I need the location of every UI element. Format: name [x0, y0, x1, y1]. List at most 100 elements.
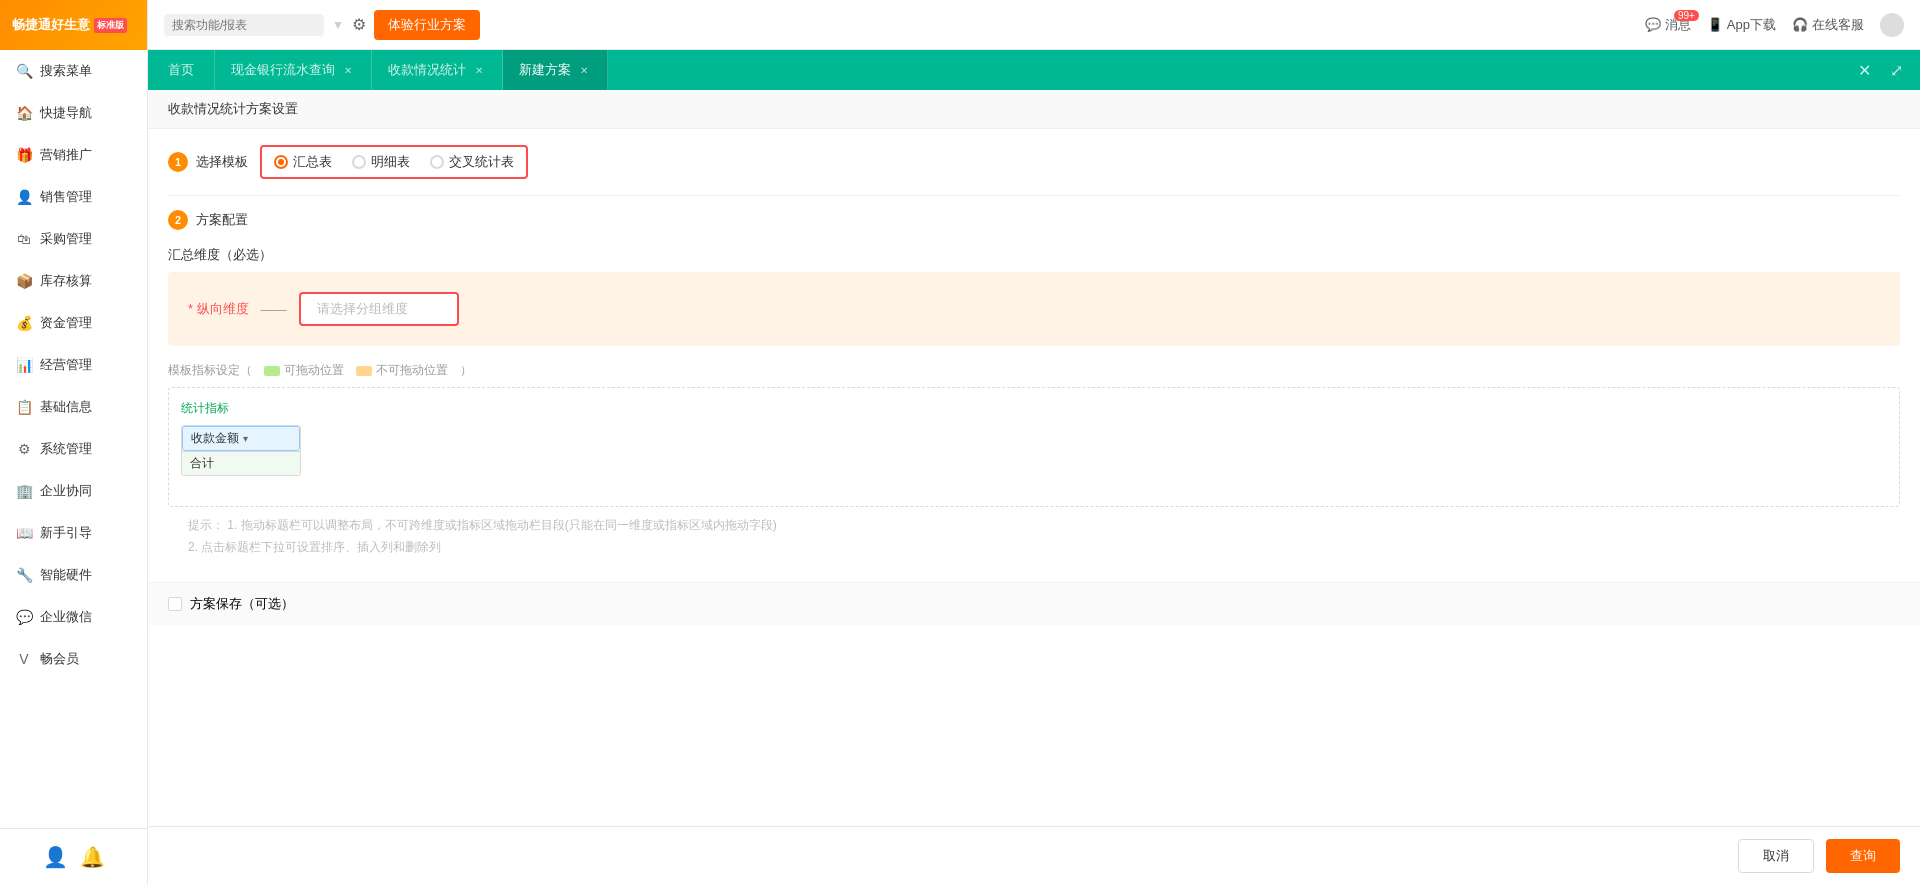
search-input[interactable]	[164, 14, 324, 36]
dimension-select[interactable]: 请选择分组维度	[299, 292, 459, 326]
header-right: 💬 消息 99+ 📱 App下载 🎧 在线客服	[1645, 13, 1904, 37]
sidebar-item-member[interactable]: V畅会员	[0, 638, 147, 680]
purchase-icon: 🛍	[16, 231, 32, 247]
metric-sub-row: 合计	[182, 451, 300, 475]
sidebar-item-hardware[interactable]: 🔧 智能硬件	[0, 554, 147, 596]
message-icon: 💬	[1645, 17, 1661, 32]
search-icon: 🔍	[16, 63, 32, 79]
drag-box-green	[264, 366, 280, 376]
tab-bar: 首页 现金银行流水查询✕收款情况统计✕ 新建方案 ✕ ✕ ⤢	[148, 50, 1920, 90]
sidebar-item-wechat[interactable]: 💬 企业微信	[0, 596, 147, 638]
metric-tag-payment[interactable]: 收款金额 ▾	[182, 426, 300, 451]
member-icon: V	[16, 651, 32, 667]
step1-header: 1 选择模板	[168, 152, 248, 172]
metric-sub-label: 合计	[190, 456, 214, 470]
operation-icon: 📊	[16, 357, 32, 373]
capital-icon: 💰	[16, 315, 32, 331]
step2-header: 2 方案配置	[168, 196, 1900, 230]
save-checkbox[interactable]	[168, 597, 182, 611]
sidebar-item-quicknav[interactable]: 🏠快捷导航	[0, 92, 147, 134]
sidebar-item-purchase[interactable]: 🛍采购管理	[0, 218, 147, 260]
sidebar-item-newbie[interactable]: 📖新手引导	[0, 512, 147, 554]
sidebar-label-quicknav: 快捷导航	[40, 104, 92, 122]
avatar[interactable]	[1880, 13, 1904, 37]
message-area[interactable]: 💬 消息 99+	[1645, 16, 1691, 34]
hardware-icon: 🔧	[16, 567, 32, 583]
content-area: 收款情况统计方案设置 1 选择模板 汇总表	[148, 90, 1920, 826]
sidebar-label-hardware: 智能硬件	[40, 566, 92, 584]
save-option: 方案保存（可选）	[148, 582, 1920, 625]
sidebar-item-basic[interactable]: 📋基础信息	[0, 386, 147, 428]
sidebar-bottom-icon2[interactable]: 🔔	[80, 845, 105, 869]
step2-label: 方案配置	[196, 211, 248, 229]
wechat-icon: 💬	[16, 609, 32, 625]
cancel-button[interactable]: 取消	[1738, 839, 1814, 873]
tab-home[interactable]: 首页	[148, 50, 215, 90]
online-service[interactable]: 🎧 在线客服	[1792, 16, 1864, 34]
sidebar-item-search[interactable]: 🔍搜索菜单	[0, 50, 147, 92]
sidebar-label-wechat: 企业微信	[40, 608, 92, 626]
radio-detail[interactable]: 明细表	[352, 153, 410, 171]
logo-text: 畅捷通好生意	[12, 16, 90, 34]
arrow-icon: ——	[261, 302, 287, 317]
sidebar-item-sales[interactable]: 👤 销售管理	[0, 176, 147, 218]
drag-label-close: ）	[460, 362, 472, 379]
sidebar-item-enterprise[interactable]: 🏢企业协同	[0, 470, 147, 512]
breadcrumb-area: ▼ ⚙ 体验行业方案	[164, 10, 1629, 40]
radio-circle-detail	[352, 155, 366, 169]
system-icon: ⚙	[16, 441, 32, 457]
radio-cross[interactable]: 交叉统计表	[430, 153, 514, 171]
tab-receipt-stats[interactable]: 收款情况统计✕	[372, 50, 503, 90]
settings-button[interactable]: ⚙	[352, 15, 366, 34]
metrics-label-row: 模板指标设定（ 可拖动位置 不可拖动位置 ）	[168, 362, 1900, 379]
expand-icon[interactable]: ⤢	[1884, 58, 1908, 82]
step1-label: 选择模板	[196, 153, 248, 171]
enterprise-icon: 🏢	[16, 483, 32, 499]
sidebar-label-operation: 经营管理	[40, 356, 92, 374]
metrics-settings-label: 模板指标设定（	[168, 362, 252, 379]
sidebar-label-inventory: 库存核算	[40, 272, 92, 290]
message-badge: 99+	[1674, 10, 1699, 21]
industry-button[interactable]: 体验行业方案	[374, 10, 480, 40]
tab-label-home: 首页	[168, 61, 194, 79]
metrics-area: 统计指标 收款金额 ▾ 合计	[168, 387, 1900, 507]
sidebar-bottom-icon1[interactable]: 👤	[43, 845, 68, 869]
app-download[interactable]: 📱 App下载	[1707, 16, 1776, 34]
query-button[interactable]: 查询	[1826, 839, 1900, 873]
sidebar-label-marketing: 营销推广	[40, 146, 92, 164]
sidebar-label-sales: 销售管理	[40, 188, 92, 206]
tab-bar-actions: ✕ ⤢	[1840, 58, 1920, 82]
main-area: ▼ ⚙ 体验行业方案 💬 消息 99+ 📱 App下载 🎧 在线客服 首页 现金银…	[148, 0, 1920, 885]
page-container: 收款情况统计方案设置 1 选择模板 汇总表	[148, 90, 1920, 826]
metric-chevron-icon: ▾	[243, 433, 248, 444]
sidebar-item-system[interactable]: ⚙系统管理	[0, 428, 147, 470]
tab-new-plan[interactable]: 新建方案 ✕	[503, 50, 608, 90]
vertical-dimension-label: 纵向维度	[188, 300, 249, 318]
sidebar: 畅捷通好生意 标准版 🔍搜索菜单🏠快捷导航🎁营销推广👤销售管理🛍采购管理📦库存核…	[0, 0, 148, 885]
page-title: 收款情况统计方案设置	[148, 90, 1920, 129]
hint-2: 2. 点击标题栏下拉可设置排序、插入列和删除列	[188, 537, 1880, 559]
dropdown-arrow-icon[interactable]: ▼	[332, 18, 344, 32]
radio-circle-cross	[430, 155, 444, 169]
sidebar-item-capital[interactable]: 💰资金管理	[0, 302, 147, 344]
metric-tag-label: 收款金额	[191, 430, 239, 447]
radio-summary[interactable]: 汇总表	[274, 153, 332, 171]
save-label: 方案保存（可选）	[190, 595, 294, 613]
sidebar-item-inventory[interactable]: 📦库存核算	[0, 260, 147, 302]
close-all-icon[interactable]: ✕	[1852, 58, 1876, 82]
template-radio-group: 汇总表 明细表 交叉统计表	[260, 145, 528, 179]
sidebar-item-operation[interactable]: 📊 经营管理	[0, 344, 147, 386]
dimension-area: 纵向维度 —— 请选择分组维度	[168, 272, 1900, 346]
drag-indicator-1: 可拖动位置	[264, 362, 344, 379]
tab-label-new-plan: 新建方案	[519, 61, 571, 79]
step1-num: 1	[168, 152, 188, 172]
sidebar-item-marketing[interactable]: 🎁营销推广	[0, 134, 147, 176]
sidebar-label-newbie: 新手引导	[40, 524, 92, 542]
top-header: ▼ ⚙ 体验行业方案 💬 消息 99+ 📱 App下载 🎧 在线客服	[148, 0, 1920, 50]
tab-close-new-plan[interactable]: ✕	[577, 63, 591, 77]
tab-cashflow[interactable]: 现金银行流水查询✕	[215, 50, 372, 90]
tab-close-receipt-stats[interactable]: ✕	[472, 63, 486, 77]
sales-icon: 👤	[16, 189, 32, 205]
hints-section: 提示： 1. 拖动标题栏可以调整布局，不可跨维度或指标区域拖动栏目段(只能在同一…	[168, 507, 1900, 566]
tab-close-cashflow[interactable]: ✕	[341, 63, 355, 77]
